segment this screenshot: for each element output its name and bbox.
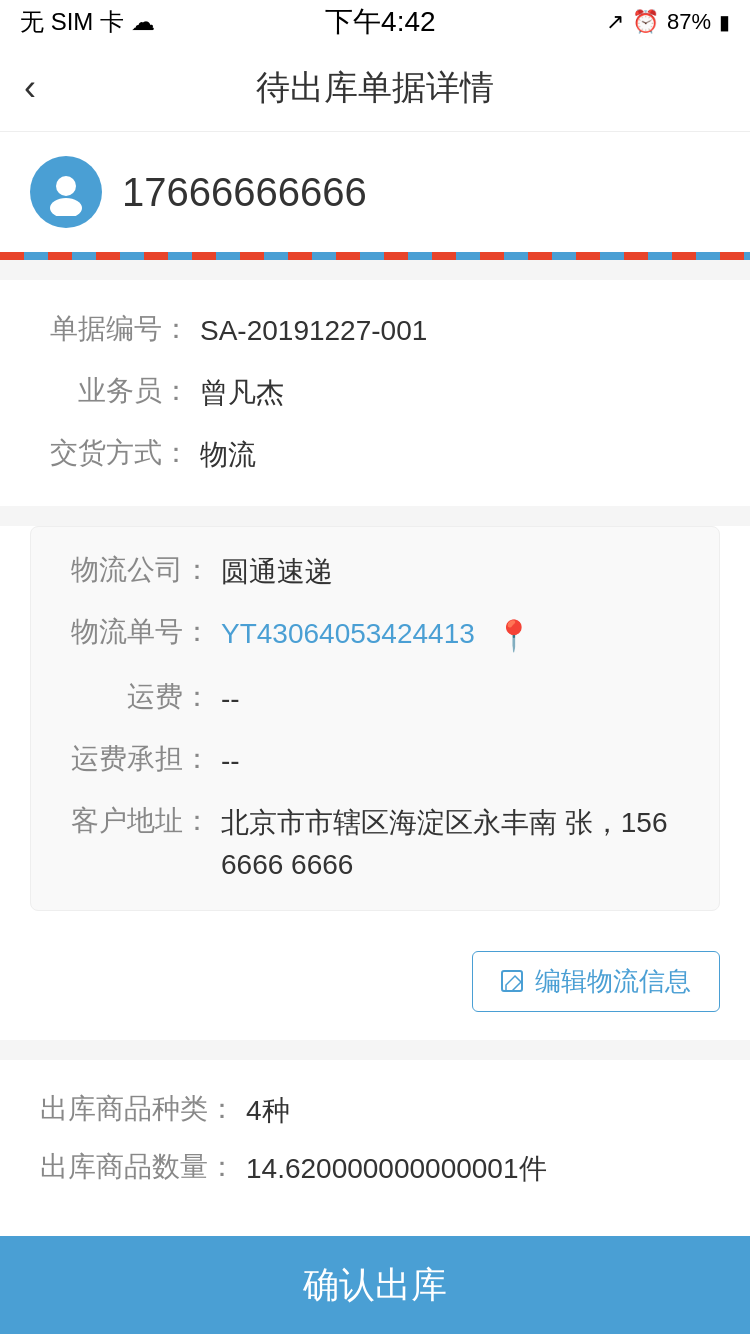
salesperson-label: 业务员： bbox=[40, 372, 200, 410]
salesperson-value: 曾凡杰 bbox=[200, 372, 710, 414]
edit-icon bbox=[501, 966, 527, 997]
svg-point-0 bbox=[56, 176, 76, 196]
section-gap-1 bbox=[0, 260, 750, 280]
logistics-company-row: 物流公司： 圆通速递 bbox=[61, 551, 689, 593]
order-no-label: 单据编号： bbox=[40, 310, 200, 348]
confirm-btn-wrap: 确认出库 bbox=[0, 1236, 750, 1334]
product-quantity-label: 出库商品数量： bbox=[40, 1148, 246, 1186]
edit-logistics-button[interactable]: 编辑物流信息 bbox=[472, 951, 720, 1012]
product-quantity-value: 14.620000000000001件 bbox=[246, 1148, 710, 1190]
confirm-outbound-button[interactable]: 确认出库 bbox=[303, 1261, 447, 1310]
status-right: ↗ ⏰ 87% ▮ bbox=[606, 9, 730, 35]
edit-btn-wrap: 编辑物流信息 bbox=[0, 931, 750, 1036]
status-left: 无 SIM 卡 ☁ bbox=[20, 6, 155, 38]
order-info-card: 单据编号： SA-20191227-001 业务员： 曾凡杰 交货方式： 物流 bbox=[0, 280, 750, 506]
product-summary-card: 出库商品种类： 4种 出库商品数量： 14.620000000000001件 bbox=[0, 1060, 750, 1236]
location-icon: ↗ bbox=[606, 9, 624, 35]
tracking-location-icon[interactable]: 📍 bbox=[495, 613, 532, 658]
delivery-value: 物流 bbox=[200, 434, 710, 476]
logistics-tracking-value: YT43064053424413 📍 bbox=[221, 613, 689, 658]
nav-bar: ‹ 待出库单据详情 bbox=[0, 44, 750, 132]
alarm-icon: ⏰ bbox=[632, 9, 659, 35]
logistics-company-value: 圆通速递 bbox=[221, 551, 689, 593]
page-title: 待出库单据详情 bbox=[256, 65, 494, 111]
delivery-label: 交货方式： bbox=[40, 434, 200, 472]
logistics-tracking-label: 物流单号： bbox=[61, 613, 221, 651]
status-time: 下午4:42 bbox=[325, 3, 436, 41]
freight-bear-row: 运费承担： -- bbox=[61, 740, 689, 782]
logistics-company-label: 物流公司： bbox=[61, 551, 221, 589]
battery-text: 87% bbox=[667, 9, 711, 35]
freight-bear-label: 运费承担： bbox=[61, 740, 221, 778]
product-quantity-row: 出库商品数量： 14.620000000000001件 bbox=[40, 1148, 710, 1190]
order-no-row: 单据编号： SA-20191227-001 bbox=[40, 310, 710, 352]
logistics-tracking-row: 物流单号： YT43064053424413 📍 bbox=[61, 613, 689, 658]
address-label: 客户地址： bbox=[61, 802, 221, 840]
freight-value: -- bbox=[221, 678, 689, 720]
product-types-value: 4种 bbox=[246, 1090, 710, 1132]
svg-point-1 bbox=[50, 198, 82, 216]
freight-bear-value: -- bbox=[221, 740, 689, 782]
product-types-row: 出库商品种类： 4种 bbox=[40, 1090, 710, 1132]
delivery-row: 交货方式： 物流 bbox=[40, 434, 710, 476]
battery-icon: ▮ bbox=[719, 10, 730, 34]
customer-phone: 17666666666 bbox=[122, 170, 367, 215]
logistics-section: 物流公司： 圆通速递 物流单号： YT43064053424413 📍 运费： … bbox=[0, 526, 750, 1040]
address-value: 北京市市辖区海淀区永丰南 张，156 6666 6666 bbox=[221, 802, 689, 886]
logistics-card: 物流公司： 圆通速递 物流单号： YT43064053424413 📍 运费： … bbox=[30, 526, 720, 911]
back-button[interactable]: ‹ bbox=[24, 67, 36, 109]
status-bar: 无 SIM 卡 ☁ 下午4:42 ↗ ⏰ 87% ▮ bbox=[0, 0, 750, 44]
section-gap-2 bbox=[0, 1040, 750, 1060]
freight-label: 运费： bbox=[61, 678, 221, 716]
edit-btn-label: 编辑物流信息 bbox=[535, 964, 691, 999]
freight-row: 运费： -- bbox=[61, 678, 689, 720]
salesperson-row: 业务员： 曾凡杰 bbox=[40, 372, 710, 414]
product-types-label: 出库商品种类： bbox=[40, 1090, 246, 1128]
avatar bbox=[30, 156, 102, 228]
dashed-divider bbox=[0, 252, 750, 260]
address-row: 客户地址： 北京市市辖区海淀区永丰南 张，156 6666 6666 bbox=[61, 802, 689, 886]
order-no-value: SA-20191227-001 bbox=[200, 310, 710, 352]
customer-header: 17666666666 bbox=[0, 132, 750, 252]
sim-status: 无 SIM 卡 ☁ bbox=[20, 6, 155, 38]
